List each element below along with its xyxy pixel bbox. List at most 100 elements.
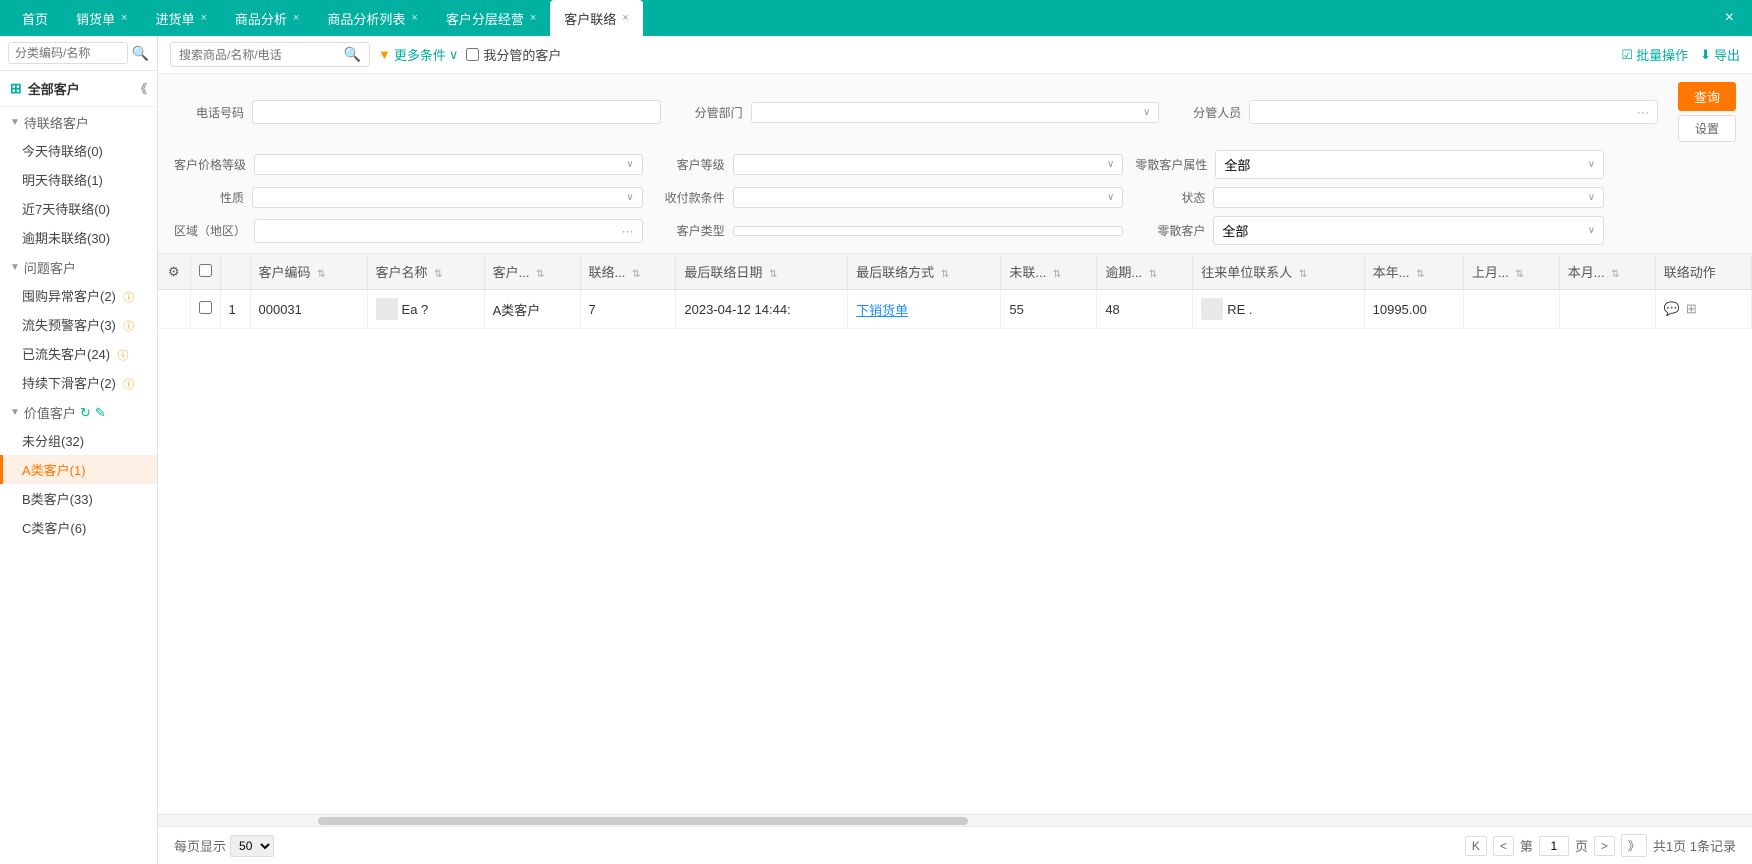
gear-col-header[interactable]: ⚙ [158, 254, 190, 290]
page-label-end: 页 [1575, 836, 1588, 855]
row-select-checkbox[interactable] [199, 301, 212, 314]
content-area: 🔍 ▼ 更多条件 ∨ 我分管的客户 ☑ 批量操作 ⬇ 导出 [158, 36, 1752, 864]
price-level-select[interactable]: ∨ [254, 154, 643, 175]
retail-select[interactable]: 全部 ∨ [1213, 216, 1604, 245]
right-actions: ☑ 批量操作 ⬇ 导出 [1621, 45, 1740, 64]
retail-attr-select[interactable]: 全部 ∨ [1215, 150, 1604, 179]
filter-row-2: 客户价格等级 ∨ 客户等级 ∨ 零散客户属性 全部 ∨ [174, 150, 1736, 179]
last-way-col-header[interactable]: 最后联络方式 ⇅ [848, 254, 1001, 290]
sort-icon-unit: ⇅ [1299, 269, 1307, 280]
sidebar-item-7days[interactable]: 近7天待联络(0) [0, 194, 157, 223]
sidebar-item-tomorrow[interactable]: 明天待联络(1) [0, 165, 157, 194]
sidebar-item-a-class[interactable]: A类客户(1) [0, 455, 157, 484]
sidebar-search-icon[interactable]: 🔍 [132, 45, 149, 62]
export-button[interactable]: ⬇ 导出 [1700, 45, 1740, 64]
this-month-col-header[interactable]: 本月... ⇅ [1559, 254, 1655, 290]
sidebar-item-declining[interactable]: 持续下滑客户(2) ⓘ [0, 368, 157, 397]
no-contact-col-header[interactable]: 未联... ⇅ [1001, 254, 1097, 290]
last-way-link[interactable]: 下销货单 [856, 303, 908, 318]
select-all-checkbox[interactable] [199, 264, 212, 277]
this-year-col-header[interactable]: 本年... ⇅ [1364, 254, 1463, 290]
close-purchase-order-icon[interactable]: × [200, 12, 206, 24]
section-pending-label: 待联络客户 [24, 113, 89, 132]
cust-name-col-header[interactable]: 客户名称 ⇅ [367, 254, 484, 290]
nature-select[interactable]: ∨ [252, 187, 643, 208]
nav-purchase-order[interactable]: 进货单 × [141, 0, 220, 36]
sort-icon-overdue: ⇅ [1149, 269, 1157, 280]
edit-icon[interactable]: ✎ [95, 405, 106, 421]
phone-label: 电话号码 [174, 104, 244, 121]
sidebar-item-churn-warning[interactable]: 流失预警客户(3) ⓘ [0, 310, 157, 339]
close-all-button[interactable]: × [1715, 9, 1744, 27]
all-customers-label[interactable]: 全部客户 [28, 79, 80, 98]
status-select[interactable]: ∨ [1213, 187, 1604, 208]
close-product-list-icon[interactable]: × [411, 12, 417, 24]
horizontal-scrollbar[interactable] [158, 814, 1752, 826]
nav-customer-segment[interactable]: 客户分层经营 × [432, 0, 550, 36]
unit-contact-col-header[interactable]: 往来单位联系人 ⇅ [1193, 254, 1364, 290]
row-cust-level: A类客户 [484, 290, 580, 329]
close-customer-contact-icon[interactable]: × [622, 12, 628, 24]
overdue-col-header[interactable]: 逾期... ⇅ [1097, 254, 1193, 290]
grid-action-icon[interactable]: ⊞ [1686, 301, 1697, 317]
chat-icon[interactable]: 💬 [1664, 301, 1680, 317]
close-sales-order-icon[interactable]: × [121, 12, 127, 24]
page-number-input[interactable] [1539, 836, 1569, 856]
sidebar-item-today[interactable]: 今天待联络(0) [0, 136, 157, 165]
nav-home[interactable]: 首页 [8, 0, 62, 36]
next-page-button[interactable]: > [1594, 836, 1615, 856]
sidebar-item-churned[interactable]: 已流失客户(24) ⓘ [0, 339, 157, 368]
batch-op-button[interactable]: ☑ 批量操作 [1621, 45, 1688, 64]
region-select[interactable]: ··· [254, 219, 643, 243]
row-index: 1 [220, 290, 250, 329]
sidebar-item-c-class[interactable]: C类客户(6) [0, 513, 157, 542]
scrollbar-thumb[interactable] [318, 817, 968, 825]
person-select[interactable]: ··· [1249, 100, 1658, 124]
sidebar-item-hoarding[interactable]: 囤购异常客户(2) ⓘ [0, 281, 157, 310]
phone-input[interactable] [252, 100, 661, 124]
last-month-col-header[interactable]: 上月... ⇅ [1463, 254, 1559, 290]
sidebar-search-input[interactable] [8, 42, 128, 64]
my-customers-checkbox[interactable] [466, 48, 479, 61]
last-page-button[interactable]: 》 [1621, 834, 1647, 857]
cust-level-col-header[interactable]: 客户... ⇅ [484, 254, 580, 290]
collapse-sidebar-icon[interactable]: 《 [135, 80, 147, 97]
sidebar-item-b-class[interactable]: B类客户(33) [0, 484, 157, 513]
cust-level-label: 客户等级 [655, 156, 725, 173]
section-pending-contact[interactable]: ▼ 待联络客户 [0, 107, 157, 136]
cust-code-col-header[interactable]: 客户编码 ⇅ [250, 254, 367, 290]
row-action-icons: 💬 ⊞ [1664, 301, 1743, 317]
sidebar-item-overdue[interactable]: 逾期未联络(30) [0, 223, 157, 252]
nav-product-analysis-list[interactable]: 商品分析列表 × [313, 0, 431, 36]
main-search-input[interactable] [179, 48, 338, 62]
sort-icon-level: ⇅ [536, 269, 544, 280]
more-filters-button[interactable]: ▼ 更多条件 ∨ [378, 45, 458, 64]
close-customer-segment-icon[interactable]: × [530, 12, 536, 24]
section-value-customers[interactable]: ▼ 价值客户 ↻ ✎ [0, 397, 157, 426]
nav-product-analysis[interactable]: 商品分析 × [221, 0, 313, 36]
row-last-way: 下销货单 [848, 290, 1001, 329]
sidebar-item-ungroup[interactable]: 未分组(32) [0, 426, 157, 455]
query-button[interactable]: 查询 [1678, 82, 1736, 111]
last-date-col-header[interactable]: 最后联络日期 ⇅ [676, 254, 848, 290]
prev-page-button[interactable]: < [1493, 836, 1514, 856]
contact-col-header[interactable]: 联络... ⇅ [580, 254, 676, 290]
section-problem-customers[interactable]: ▼ 问题客户 [0, 252, 157, 281]
nav-customer-contact[interactable]: 客户联络 × [550, 0, 642, 36]
nav-sales-order[interactable]: 销货单 × [62, 0, 141, 36]
dept-select[interactable]: ∨ [751, 102, 1160, 123]
pay-term-select[interactable]: ∨ [733, 187, 1124, 208]
customers-table: ⚙ 客户编码 ⇅ 客户名称 ⇅ 客户... ⇅ 联络... ⇅ 最后联络日期 ⇅… [158, 254, 1752, 329]
cust-type-select[interactable] [733, 226, 1124, 236]
setting-button[interactable]: 设置 [1678, 115, 1736, 142]
retail-label: 零散客户 [1135, 222, 1205, 239]
main-search-icon[interactable]: 🔍 [344, 46, 361, 63]
per-page-select[interactable]: 50 [230, 835, 274, 857]
close-product-analysis-icon[interactable]: × [293, 12, 299, 24]
cust-level-select[interactable]: ∨ [733, 154, 1124, 175]
first-page-button[interactable]: K [1465, 836, 1487, 856]
table-area: ⚙ 客户编码 ⇅ 客户名称 ⇅ 客户... ⇅ 联络... ⇅ 最后联络日期 ⇅… [158, 254, 1752, 814]
row-gear [158, 290, 190, 329]
filter-row-3: 性质 ∨ 收付款条件 ∨ 状态 ∨ [174, 187, 1736, 208]
refresh-icon[interactable]: ↻ [80, 405, 91, 421]
